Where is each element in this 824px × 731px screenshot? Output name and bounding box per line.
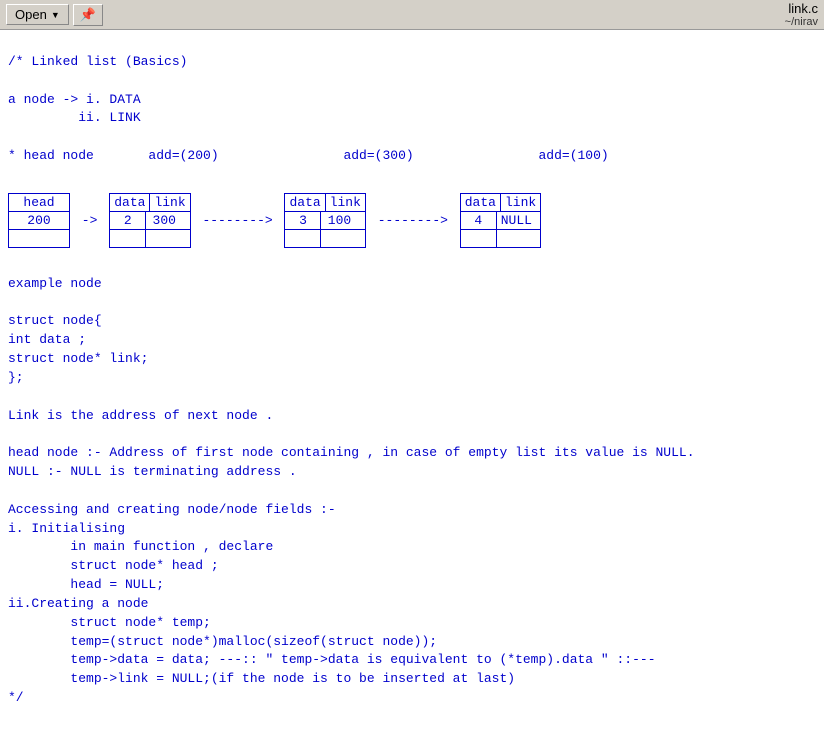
diagram-row: head 200 -> data link 2 300 [8,193,816,248]
node2-link-header: link [150,194,189,211]
node1-head-label: head [9,194,69,211]
node4-link-val: NULL [497,212,536,229]
node4: data link 4 NULL [460,193,541,248]
node3-link-val: 100 [321,212,357,229]
node2-empty1 [110,230,146,247]
node4-link-header: link [501,194,540,211]
node2-link-val: 300 [146,212,182,229]
node2-row2: 2 300 [110,212,189,230]
title-bar-left: Open ▼ 📌 [6,4,103,26]
node3-row1: data link [285,194,364,212]
node3-empty1 [285,230,321,247]
node3-data-header: data [285,194,325,211]
node4-data-header: data [461,194,501,211]
node1-200-label: 200 [9,212,69,229]
node3: data link 3 100 [284,193,365,248]
diagram-section: head 200 -> data link 2 300 [0,189,824,252]
title-bar: Open ▼ 📌 link.c ~/nirav [0,0,824,30]
arrow1: -> [70,211,109,230]
node3-row2: 3 100 [285,212,364,230]
pin-button[interactable]: 📌 [73,4,103,26]
code-block: /* Linked list (Basics) a node -> i. DAT… [8,53,816,166]
node3-row3 [285,230,364,247]
node4-empty2 [497,230,533,247]
node1-row3 [9,230,69,247]
node1-row2: 200 [9,212,69,230]
dashes1: --------> [191,211,285,230]
open-dropdown-arrow: ▼ [51,10,60,20]
node3-empty2 [321,230,357,247]
open-button[interactable]: Open ▼ [6,4,69,25]
code-area: /* Linked list (Basics) a node -> i. DAT… [0,30,824,189]
node2-row1: data link [110,194,189,212]
node2-row3 [110,230,189,247]
node4-row1: data link [461,194,540,212]
node4-empty1 [461,230,497,247]
filepath: ~/nirav [785,16,818,28]
code-area-2: example node struct node{ int data ; str… [0,252,824,731]
node2: data link 2 300 [109,193,190,248]
node1: head 200 [8,193,70,248]
node1-empty [9,230,69,247]
node3-link-header: link [326,194,365,211]
node2-empty2 [146,230,182,247]
title-bar-right: link.c ~/nirav [785,1,818,28]
node4-data-val: 4 [461,212,497,229]
dashes2: --------> [366,211,460,230]
pin-icon: 📌 [80,7,96,22]
node4-row2: 4 NULL [461,212,540,230]
open-label: Open [15,7,47,22]
node3-data-val: 3 [285,212,321,229]
node2-data-header: data [110,194,150,211]
node2-data-val: 2 [110,212,146,229]
code-block-2: example node struct node{ int data ; str… [8,275,816,708]
filename: link.c [785,1,818,16]
node1-row1: head [9,194,69,212]
node4-row3 [461,230,540,247]
